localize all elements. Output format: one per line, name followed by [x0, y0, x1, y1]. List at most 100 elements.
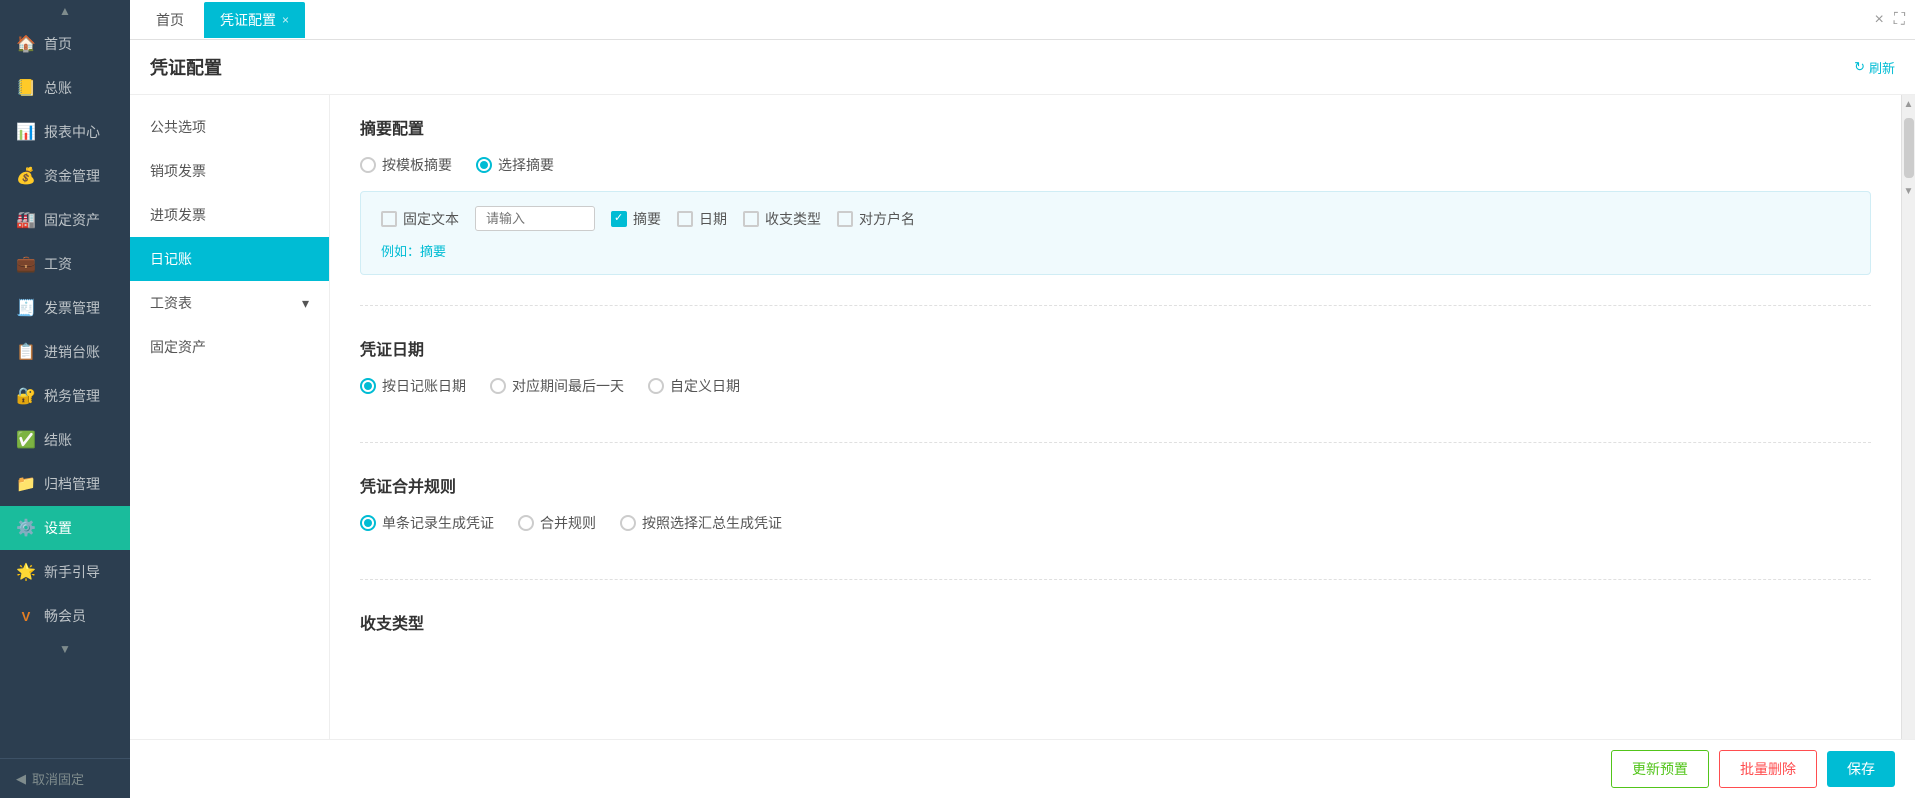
merge-section-title: 凭证合并规则 — [360, 473, 1871, 497]
summary-input[interactable] — [611, 211, 627, 227]
settings-icon: ⚙️ — [16, 518, 36, 538]
custom-date-input[interactable] — [648, 378, 664, 394]
fixed-text-field[interactable] — [475, 206, 595, 231]
scroll-thumb[interactable] — [1904, 118, 1914, 178]
summary-checkbox[interactable]: 摘要 — [611, 209, 661, 229]
by-selection-input[interactable] — [620, 515, 636, 531]
example-text: 例如：摘要 — [381, 241, 1850, 260]
nav-item-fixed-assets[interactable]: 固定资产 — [130, 325, 329, 369]
reports-icon: 📊 — [16, 122, 36, 142]
tax-icon: 🔐 — [16, 386, 36, 406]
custom-date-radio[interactable]: 自定义日期 — [648, 376, 740, 396]
last-day-radio[interactable]: 对应期间最后一天 — [490, 376, 624, 396]
page-header: 凭证配置 ↻ 刷新 — [130, 40, 1915, 95]
settlement-icon: ✅ — [16, 430, 36, 450]
sidebar-item-sales-ledger[interactable]: 📋 进销台账 — [0, 330, 130, 374]
sidebar-item-archive[interactable]: 📁 归档管理 — [0, 462, 130, 506]
guide-icon: 🌟 — [16, 562, 36, 582]
sidebar-item-fixed-assets[interactable]: 🏭 固定资产 — [0, 198, 130, 242]
right-content: 摘要配置 按模板摘要 选择摘要 — [330, 95, 1901, 739]
counterparty-input[interactable] — [837, 211, 853, 227]
date-options-group: 按日记账日期 对应期间最后一天 自定义日期 — [360, 376, 1871, 396]
single-record-radio[interactable]: 单条记录生成凭证 — [360, 513, 494, 533]
sidebar-item-home[interactable]: 🏠 首页 — [0, 22, 130, 66]
home-icon: 🏠 — [16, 34, 36, 54]
scroll-down-arrow[interactable]: ▼ — [1900, 182, 1915, 201]
income-type-input[interactable] — [743, 211, 759, 227]
member-icon: V — [16, 609, 36, 624]
sidebar-item-funds[interactable]: 💰 资金管理 — [0, 154, 130, 198]
template-mode-radio[interactable]: 按模板摘要 — [360, 155, 452, 175]
scrollbar[interactable]: ▲ ▼ — [1901, 95, 1915, 739]
nav-item-payroll[interactable]: 工资表 ▾ — [130, 281, 329, 325]
sidebar-item-guide[interactable]: 🌟 新手引导 — [0, 550, 130, 594]
income-type-section: 收支类型 — [360, 610, 1871, 680]
left-nav: 公共选项 销项发票 进项发票 日记账 工资表 ▾ 固定资产 — [130, 95, 330, 739]
pin-icon: ◀ — [16, 771, 26, 787]
window-close-button[interactable]: × — [1874, 11, 1883, 29]
summary-section: 摘要配置 按模板摘要 选择摘要 — [360, 115, 1871, 306]
main-area: 首页 凭证配置 × × ⛶ 凭证配置 ↻ 刷新 公共选项 — [130, 0, 1915, 798]
income-type-checkbox[interactable]: 收支类型 — [743, 209, 821, 229]
update-preview-button[interactable]: 更新预置 — [1611, 750, 1709, 788]
date-checkbox[interactable]: 日期 — [677, 209, 727, 229]
sidebar-item-tax[interactable]: 🔐 税务管理 — [0, 374, 130, 418]
window-maximize-button[interactable]: ⛶ — [1894, 11, 1905, 29]
income-type-section-title: 收支类型 — [360, 610, 1871, 634]
content-layout: 公共选项 销项发票 进项发票 日记账 工资表 ▾ 固定资产 — [130, 95, 1915, 739]
date-section-title: 凭证日期 — [360, 336, 1871, 360]
single-record-input[interactable] — [360, 515, 376, 531]
fixed-text-input[interactable] — [381, 211, 397, 227]
merge-options-group: 单条记录生成凭证 合并规则 按照选择汇总生成凭证 — [360, 513, 1871, 533]
nav-item-purchase-invoice[interactable]: 进项发票 — [130, 193, 329, 237]
sidebar-item-invoice-mgmt[interactable]: 🧾 发票管理 — [0, 286, 130, 330]
summary-section-title: 摘要配置 — [360, 115, 1871, 139]
page-title: 凭证配置 — [150, 54, 222, 80]
nav-item-public[interactable]: 公共选项 — [130, 105, 329, 149]
nav-item-sales-invoice[interactable]: 销项发票 — [130, 149, 329, 193]
cancel-fixed-button[interactable]: ◀ 取消固定 — [0, 758, 130, 798]
nav-item-journal[interactable]: 日记账 — [130, 237, 329, 281]
salary-icon: 💼 — [16, 254, 36, 274]
merge-section: 凭证合并规则 单条记录生成凭证 合并规则 — [360, 473, 1871, 580]
sidebar-item-reports[interactable]: 📊 报表中心 — [0, 110, 130, 154]
last-day-input[interactable] — [490, 378, 506, 394]
select-mode-radio[interactable]: 选择摘要 — [476, 155, 554, 175]
merge-rule-input[interactable] — [518, 515, 534, 531]
merge-rule-radio[interactable]: 合并规则 — [518, 513, 596, 533]
sidebar-item-settlement[interactable]: ✅ 结账 — [0, 418, 130, 462]
tab-voucher-config[interactable]: 凭证配置 × — [204, 2, 305, 38]
refresh-button[interactable]: ↻ 刷新 — [1854, 58, 1895, 77]
batch-delete-button[interactable]: 批量删除 — [1719, 750, 1817, 788]
archive-icon: 📁 — [16, 474, 36, 494]
tab-bar: 首页 凭证配置 × × ⛶ — [130, 0, 1915, 40]
sidebar: ▲ 🏠 首页 📒 总账 📊 报表中心 💰 资金管理 🏭 固定资产 💼 工资 🧾 … — [0, 0, 130, 798]
fixed-assets-icon: 🏭 — [16, 210, 36, 230]
by-journal-date-radio[interactable]: 按日记账日期 — [360, 376, 466, 396]
counterparty-checkbox[interactable]: 对方户名 — [837, 209, 915, 229]
fixed-text-checkbox[interactable]: 固定文本 — [381, 209, 459, 229]
by-journal-date-input[interactable] — [360, 378, 376, 394]
template-mode-input[interactable] — [360, 157, 376, 173]
sidebar-scroll-down[interactable]: ▼ — [0, 638, 130, 660]
date-input[interactable] — [677, 211, 693, 227]
tab-close-button[interactable]: × — [282, 13, 289, 27]
tab-home[interactable]: 首页 — [140, 2, 200, 38]
refresh-icon: ↻ — [1854, 59, 1865, 75]
sidebar-scroll-up[interactable]: ▲ — [0, 0, 130, 22]
sidebar-item-ledger[interactable]: 📒 总账 — [0, 66, 130, 110]
window-controls: × ⛶ — [1874, 11, 1905, 29]
summary-config-box: 固定文本 摘要 日期 — [360, 191, 1871, 275]
save-button[interactable]: 保存 — [1827, 751, 1895, 787]
sidebar-item-settings[interactable]: ⚙️ 设置 — [0, 506, 130, 550]
select-mode-input[interactable] — [476, 157, 492, 173]
sidebar-item-salary[interactable]: 💼 工资 — [0, 242, 130, 286]
payroll-expand-icon: ▾ — [302, 295, 309, 312]
ledger-icon: 📒 — [16, 78, 36, 98]
invoice-mgmt-icon: 🧾 — [16, 298, 36, 318]
scroll-up-arrow[interactable]: ▲ — [1900, 95, 1915, 114]
sidebar-item-member[interactable]: V 畅会员 — [0, 594, 130, 638]
funds-icon: 💰 — [16, 166, 36, 186]
by-selection-radio[interactable]: 按照选择汇总生成凭证 — [620, 513, 782, 533]
sales-ledger-icon: 📋 — [16, 342, 36, 362]
